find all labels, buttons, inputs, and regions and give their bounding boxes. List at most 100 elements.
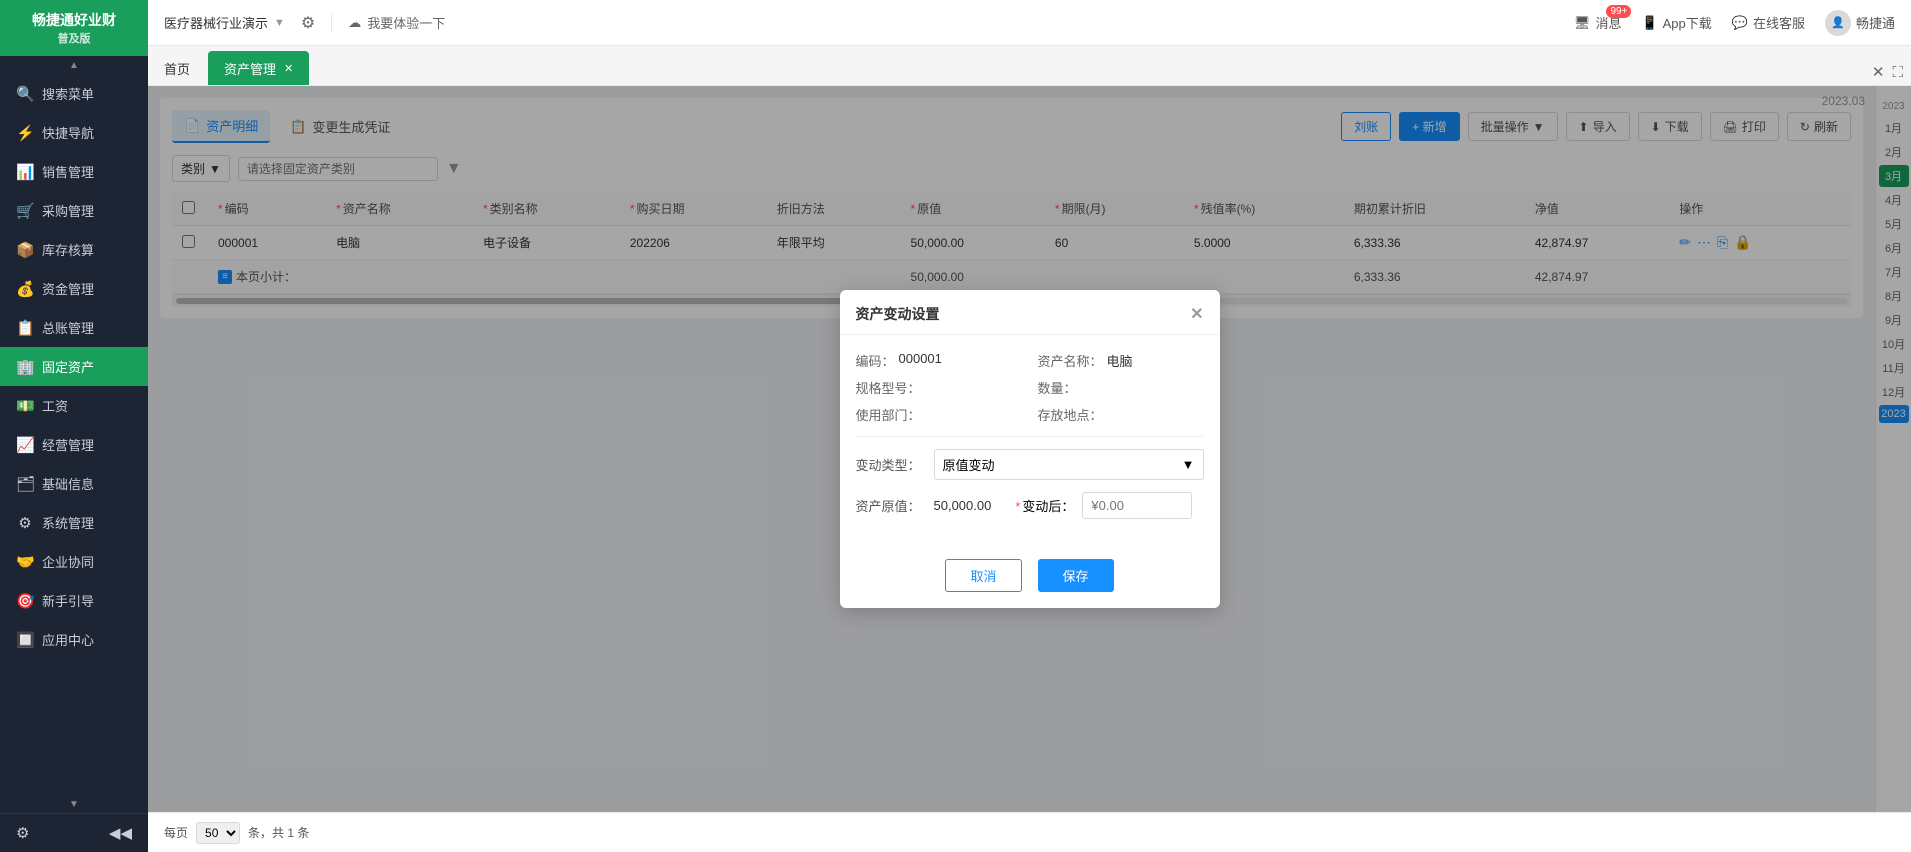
collapse-icon[interactable]: ◀◀	[109, 824, 132, 842]
app-edition: 普及版	[58, 30, 91, 46]
sidebar-item-collab[interactable]: 🤝 企业协同	[0, 542, 148, 581]
ledger-icon: 📋	[16, 319, 34, 337]
modal-close-icon[interactable]: ✕	[1190, 304, 1203, 324]
sidebar-label-finance: 资金管理	[42, 279, 94, 298]
notification-badge: 99+	[1606, 5, 1631, 18]
sidebar-bottom: ⚙ ◀◀	[0, 813, 148, 852]
topbar-settings-icon[interactable]: ⚙	[301, 13, 315, 33]
sidebar-label-guide: 新手引导	[42, 591, 94, 610]
app-download-btn[interactable]: 📱 App下载	[1641, 13, 1711, 32]
tab-expand-icon[interactable]: ⛶	[1892, 64, 1903, 81]
experience-label: 我要体验一下	[367, 13, 445, 32]
app-download-label: App下载	[1663, 13, 1712, 32]
system-icon: ⚙	[16, 514, 34, 532]
sidebar-label-purchase: 采购管理	[42, 201, 94, 220]
pagination-bar: 每页 50 条，共 1 条	[148, 812, 1911, 852]
sidebar-item-system[interactable]: ⚙ 系统管理	[0, 503, 148, 542]
modal-asset-name-value: 电脑	[1107, 351, 1133, 370]
sidebar-item-ledger[interactable]: 📋 总账管理	[0, 308, 148, 347]
sidebar-label-ledger: 总账管理	[42, 318, 94, 337]
sidebar-item-basic[interactable]: 🗂 基础信息	[0, 464, 148, 503]
sidebar-nav: 🔍 搜索菜单 ⚡ 快捷导航 📊 销售管理 🛒 采购管理 📦 库存核算 💰 资金管…	[0, 74, 148, 795]
username: 畅捷通	[1856, 13, 1895, 32]
modal-select-arrow-icon: ▼	[1182, 457, 1195, 472]
nav-icon: ⚡	[16, 124, 34, 142]
sidebar-label-sales: 销售管理	[42, 162, 94, 181]
search-icon: 🔍	[16, 85, 34, 103]
sidebar-label-search: 搜索菜单	[42, 84, 94, 103]
sidebar-label-assets: 固定资产	[42, 357, 94, 376]
modal-location-label: 存放地点：	[1038, 405, 1103, 424]
modal-spec-item: 规格型号：	[856, 378, 1022, 397]
topbar-divider	[331, 13, 332, 33]
sidebar-item-search[interactable]: 🔍 搜索菜单	[0, 74, 148, 113]
tabbar-actions: ✕ ⛶	[1872, 63, 1911, 85]
notification-icon: 🖥	[1574, 15, 1591, 31]
sidebar-item-assets[interactable]: 🏢 固定资产	[0, 347, 148, 386]
settings-bottom-icon[interactable]: ⚙	[16, 824, 29, 842]
modal-dept-label: 使用部门：	[856, 405, 921, 424]
sidebar-item-management[interactable]: 📈 经营管理	[0, 425, 148, 464]
modal-original-value-label: 资产原值：	[856, 496, 926, 515]
sidebar-label-payroll: 工资	[42, 396, 68, 415]
modal-dept-item: 使用部门：	[856, 405, 1022, 424]
modal-after-input[interactable]	[1082, 492, 1192, 519]
tab-asset-label: 资产管理	[224, 59, 276, 78]
experience-btn[interactable]: ☁ 我要体验一下	[348, 13, 445, 32]
sidebar-logo: 畅捷通好业财 普及版	[0, 0, 148, 56]
modal-change-type-value: 原值变动	[943, 455, 995, 474]
sales-icon: 📊	[16, 163, 34, 181]
modal-spec-label: 规格型号：	[856, 378, 921, 397]
modal-footer: 取消 保存	[840, 547, 1220, 608]
sidebar-scroll-up[interactable]: ▲	[0, 56, 148, 74]
tab-close-btn[interactable]: ✕	[1872, 63, 1885, 81]
modal-save-btn[interactable]: 保存	[1038, 559, 1114, 592]
modal-info-grid: 编码： 000001 资产名称： 电脑 规格型号： 数量：	[856, 351, 1204, 424]
notification-btn[interactable]: 🖥 消息 99+	[1574, 13, 1622, 32]
online-service-btn[interactable]: 💬 在线客服	[1732, 13, 1805, 32]
sidebar-item-purchase[interactable]: 🛒 采购管理	[0, 191, 148, 230]
modal-location-item: 存放地点：	[1038, 405, 1204, 424]
sidebar-item-nav[interactable]: ⚡ 快捷导航	[0, 113, 148, 152]
tab-asset-management[interactable]: 资产管理 ✕	[208, 51, 309, 85]
basic-icon: 🗂	[16, 475, 34, 493]
total-label: 条，共 1 条	[248, 824, 309, 841]
sidebar-item-guide[interactable]: 🎯 新手引导	[0, 581, 148, 620]
sidebar-item-sales[interactable]: 📊 销售管理	[0, 152, 148, 191]
payroll-icon: 💵	[16, 397, 34, 415]
modal-code-label: 编码：	[856, 351, 895, 370]
tab-home-label: 首页	[164, 59, 190, 78]
modal-change-type-select[interactable]: 原值变动 ▼	[934, 449, 1204, 480]
management-icon: 📈	[16, 436, 34, 454]
tab-close-icon[interactable]: ✕	[284, 62, 293, 75]
sidebar-label-system: 系统管理	[42, 513, 94, 532]
sidebar-label-inventory: 库存核算	[42, 240, 94, 259]
modal-body: 编码： 000001 资产名称： 电脑 规格型号： 数量：	[840, 335, 1220, 547]
service-icon: 💬	[1732, 15, 1748, 31]
inventory-icon: 📦	[16, 241, 34, 259]
modal-name-item: 资产名称： 电脑	[1038, 351, 1204, 370]
modal-cancel-btn[interactable]: 取消	[945, 559, 1021, 592]
cloud-icon: ☁	[348, 15, 361, 31]
modal-qty-item: 数量：	[1038, 378, 1204, 397]
sidebar-item-appstore[interactable]: 🔲 应用中心	[0, 620, 148, 659]
avatar: 👤	[1825, 10, 1851, 36]
user-menu[interactable]: 👤 畅捷通	[1825, 10, 1895, 36]
topbar-right: 🖥 消息 99+ 📱 App下载 💬 在线客服 👤 畅捷通	[1574, 10, 1895, 36]
sidebar-item-finance[interactable]: 💰 资金管理	[0, 269, 148, 308]
modal-after-label: *变动后：	[1015, 496, 1074, 515]
sidebar-scroll-down[interactable]: ▼	[0, 795, 148, 813]
per-page-select[interactable]: 50	[196, 822, 240, 844]
tab-home[interactable]: 首页	[148, 51, 206, 85]
collab-icon: 🤝	[16, 553, 34, 571]
purchase-icon: 🛒	[16, 202, 34, 220]
modal-header: 资产变动设置 ✕	[840, 290, 1220, 335]
company-selector[interactable]: 医疗器械行业演示 ▼	[164, 13, 285, 32]
modal-title: 资产变动设置	[856, 304, 940, 324]
sidebar-item-inventory[interactable]: 📦 库存核算	[0, 230, 148, 269]
main-area: 医疗器械行业演示 ▼ ⚙ ☁ 我要体验一下 🖥 消息 99+ 📱 App下载 💬…	[148, 0, 1911, 852]
tabbar: 首页 资产管理 ✕ ✕ ⛶	[148, 46, 1911, 86]
asset-change-modal: 资产变动设置 ✕ 编码： 000001 资产名称： 电脑	[840, 290, 1220, 608]
sidebar-item-payroll[interactable]: 💵 工资	[0, 386, 148, 425]
service-label: 在线客服	[1753, 13, 1805, 32]
